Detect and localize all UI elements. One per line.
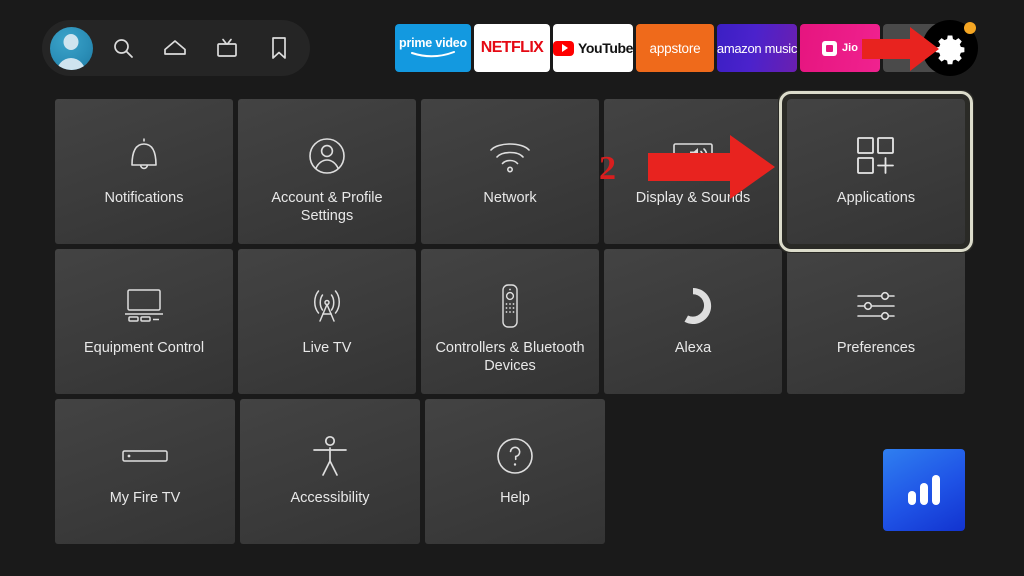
notification-dot [964, 22, 976, 34]
avatar-head [63, 34, 79, 51]
annotation-step-number: 2 [599, 150, 616, 187]
settings-grid-row: Equipment Control Live TV Controllers & … [55, 249, 965, 394]
remote-control-icon [497, 283, 523, 329]
settings-tile-alexa[interactable]: Alexa [604, 249, 782, 394]
home-icon[interactable] [153, 26, 197, 70]
signal-bars-badge[interactable] [883, 449, 965, 531]
settings-tile-accessibility[interactable]: Accessibility [240, 399, 420, 544]
live-tv-icon[interactable] [205, 26, 249, 70]
settings-tile-network[interactable]: Network [421, 99, 599, 244]
settings-tile-label: My Fire TV [109, 490, 181, 506]
broadcast-tower-icon [304, 283, 350, 329]
avatar-body [56, 57, 86, 70]
settings-tile-live-tv[interactable]: Live TV [238, 249, 416, 394]
settings-tile-label: Applications [836, 190, 916, 206]
settings-tile-label: Network [483, 190, 537, 206]
app-label-netflix: NETFLIX [480, 39, 544, 56]
settings-tile-help[interactable]: Help [425, 399, 605, 544]
settings-tile-my-fire-tv[interactable]: My Fire TV [55, 399, 235, 544]
settings-grid-row: My Fire TV Accessibility Help [55, 399, 965, 544]
settings-tile-label: Equipment Control [83, 340, 205, 356]
app-label-amazon-music: amazon music [717, 40, 797, 56]
settings-grid: Notifications Account & Profile Settings [55, 91, 973, 549]
settings-tile-label: Help [500, 490, 530, 506]
alexa-ring-icon [671, 283, 715, 329]
firestick-icon [120, 433, 170, 479]
avatar [49, 26, 93, 70]
app-tile-amazon-music[interactable]: amazon music [717, 24, 797, 72]
app-label-jiocinema: Jio [842, 42, 858, 54]
settings-tile-label: Controllers & Bluetooth Devices [435, 340, 585, 374]
settings-tile-label: Accessibility [290, 490, 370, 506]
app-label-youtube: YouTube [578, 40, 633, 56]
app-tile-prime-video[interactable]: prime video [395, 24, 471, 72]
app-label-prime-video: prime video [399, 36, 467, 51]
person-circle-icon [305, 133, 349, 179]
app-tile-appstore[interactable]: appstore [636, 24, 714, 72]
settings-tile-account-profile-settings[interactable]: Account & Profile Settings [238, 99, 416, 244]
settings-tile-controllers-bluetooth-devices[interactable]: Controllers & Bluetooth Devices [421, 249, 599, 394]
tv-equipment-icon [120, 283, 168, 329]
question-circle-icon [494, 433, 536, 479]
accessibility-person-icon [309, 433, 351, 479]
sliders-icon [853, 283, 899, 329]
settings-tile-applications[interactable]: Applications [779, 91, 973, 252]
settings-tile-label: Notifications [104, 190, 184, 206]
profile-avatar[interactable] [49, 26, 93, 70]
app-tile-netflix[interactable]: NETFLIX [474, 24, 550, 72]
settings-tile-label: Alexa [674, 340, 712, 356]
nav-icon-group [42, 20, 301, 76]
settings-tile-preferences[interactable]: Preferences [787, 249, 965, 394]
settings-tile-label: Account & Profile Settings [271, 190, 383, 224]
jio-logo-icon [822, 40, 838, 56]
app-label-appstore: appstore [649, 40, 701, 56]
settings-grid-row: Notifications Account & Profile Settings [55, 91, 973, 252]
settings-tile-label: Live TV [302, 340, 352, 356]
arrow-to-applications [648, 135, 775, 199]
settings-tile-notifications[interactable]: Notifications [55, 99, 233, 244]
search-icon[interactable] [101, 26, 145, 70]
settings-tile-equipment-control[interactable]: Equipment Control [55, 249, 233, 394]
wifi-icon [487, 133, 533, 179]
apps-grid-plus-icon [853, 133, 899, 179]
youtube-play-icon [553, 40, 574, 56]
fire-tv-settings-screen: prime video NETFLIX YouTube appstore ama… [0, 0, 1024, 576]
app-shortcuts-row: prime video NETFLIX YouTube appstore ama… [395, 24, 939, 72]
arrow-to-settings-gear [862, 27, 939, 71]
bell-icon [124, 133, 164, 179]
settings-tile-label: Preferences [836, 340, 916, 356]
bar-chart-icon [908, 475, 940, 505]
app-tile-youtube[interactable]: YouTube [553, 24, 633, 72]
bookmark-icon[interactable] [257, 26, 301, 70]
prime-smile-icon [411, 50, 455, 57]
